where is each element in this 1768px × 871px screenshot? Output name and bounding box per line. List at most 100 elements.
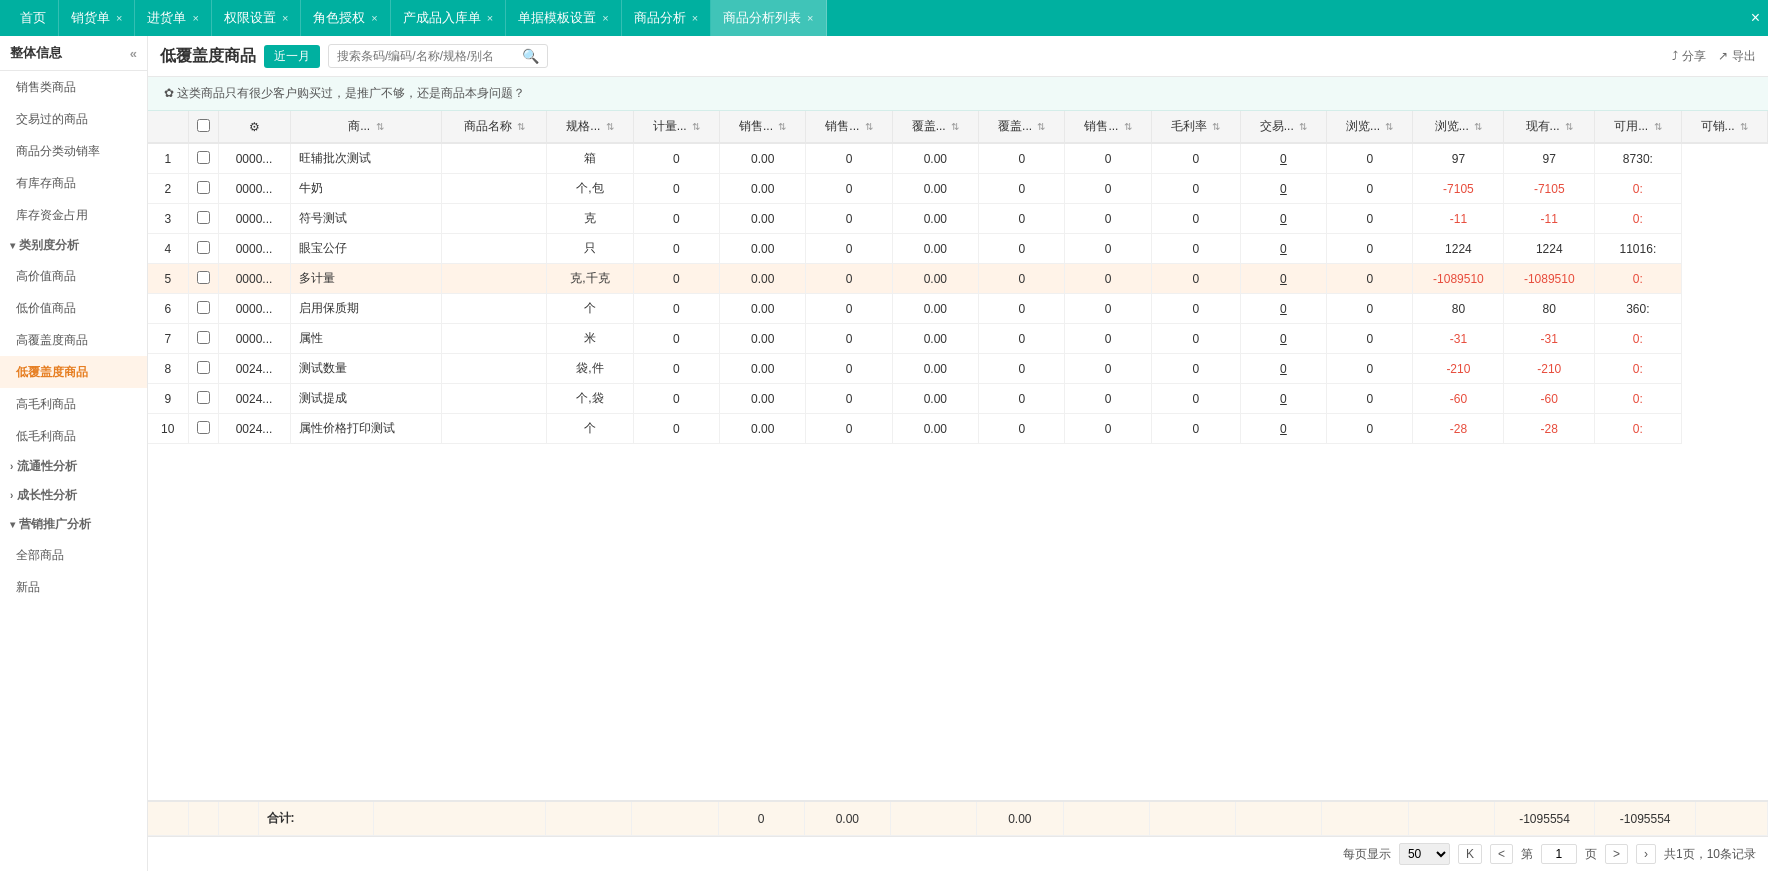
sidebar-group-circulation[interactable]: › 流通性分析 [0,452,147,481]
nav-tab-home[interactable]: 首页 [8,0,59,36]
cell-browse1[interactable]: 0 [1240,324,1326,354]
cell-name[interactable]: 属性价格打印测试 [290,414,442,444]
cell-browse1[interactable]: 0 [1240,384,1326,414]
cell-browse1[interactable]: 0 [1240,264,1326,294]
cell-name[interactable]: 测试提成 [290,384,442,414]
cell-name[interactable]: 多计量 [290,264,442,294]
th-check[interactable] [188,111,218,143]
th-unit[interactable]: 计量... ⇅ [633,111,719,143]
row-checkbox[interactable] [197,211,210,224]
cell-check[interactable] [188,204,218,234]
cell-check[interactable] [188,143,218,174]
sidebar-item-high-value[interactable]: 高价值商品 [0,260,147,292]
cell-check[interactable] [188,174,218,204]
row-checkbox[interactable] [197,241,210,254]
nav-tab-analysis[interactable]: 商品分析 × [622,0,711,36]
cell-check[interactable] [188,414,218,444]
row-checkbox[interactable] [197,391,210,404]
sidebar-item-all-goods[interactable]: 全部商品 [0,539,147,571]
sidebar-item-stock-capital[interactable]: 库存资金占用 [0,199,147,231]
row-checkbox[interactable] [197,181,210,194]
cell-name[interactable]: 测试数量 [290,354,442,384]
cell-browse1[interactable]: 0 [1240,294,1326,324]
sidebar-item-sales-goods[interactable]: 销售类商品 [0,71,147,103]
cell-browse1[interactable]: 0 [1240,354,1326,384]
cell-browse1[interactable]: 0 [1240,204,1326,234]
th-code[interactable]: 商... ⇅ [290,111,442,143]
cell-check[interactable] [188,294,218,324]
sidebar-item-high-profit[interactable]: 高毛利商品 [0,388,147,420]
sidebar-item-high-coverage[interactable]: 高覆盖度商品 [0,324,147,356]
next-page-button[interactable]: > [1605,844,1628,864]
sidebar-item-new-goods[interactable]: 新品 [0,571,147,603]
row-checkbox[interactable] [197,151,210,164]
sidebar-group-category[interactable]: ▾ 类别度分析 [0,231,147,260]
row-checkbox[interactable] [197,271,210,284]
th-setting[interactable]: ⚙ [218,111,290,143]
nav-tab-sales[interactable]: 销货单 × [59,0,135,36]
page-number-input[interactable] [1541,844,1577,864]
th-gross[interactable]: 毛利率 ⇅ [1151,111,1240,143]
sidebar-group-marketing[interactable]: ▾ 营销推广分析 [0,510,147,539]
nav-tab-template[interactable]: 单据模板设置 × [506,0,621,36]
sidebar-item-traded-goods[interactable]: 交易过的商品 [0,103,147,135]
th-cover1[interactable]: 覆盖... ⇅ [892,111,978,143]
th-sales-qty[interactable]: 销售... ⇅ [720,111,806,143]
cell-name[interactable]: 眼宝公仔 [290,234,442,264]
th-browse1[interactable]: 浏览... ⇅ [1327,111,1413,143]
window-close-icon[interactable]: × [1751,9,1760,27]
cell-name[interactable]: 符号测试 [290,204,442,234]
nav-tab-production[interactable]: 产成品入库单 × [391,0,506,36]
row-checkbox[interactable] [197,331,210,344]
th-stock1[interactable]: 现有... ⇅ [1504,111,1595,143]
cell-browse1[interactable]: 0 [1240,414,1326,444]
prev-page-button[interactable]: < [1490,844,1513,864]
th-cover2[interactable]: 覆盖... ⇅ [979,111,1065,143]
cell-check[interactable] [188,324,218,354]
search-input[interactable] [337,49,522,63]
row-checkbox[interactable] [197,421,210,434]
row-checkbox[interactable] [197,361,210,374]
cell-name[interactable]: 旺辅批次测试 [290,143,442,174]
th-stock2[interactable]: 可用... ⇅ [1595,111,1681,143]
cell-name[interactable]: 属性 [290,324,442,354]
cell-check[interactable] [188,354,218,384]
cell-check[interactable] [188,264,218,294]
th-sales-x[interactable]: 销售... ⇅ [1065,111,1151,143]
nav-tab-permissions[interactable]: 权限设置 × [212,0,301,36]
row-checkbox[interactable] [197,301,210,314]
cell-browse1[interactable]: 0 [1240,234,1326,264]
close-icon[interactable]: × [807,12,813,24]
nav-tab-purchase[interactable]: 进货单 × [135,0,211,36]
th-trade[interactable]: 交易... ⇅ [1240,111,1326,143]
per-page-select[interactable]: 50 20 100 [1399,843,1450,865]
nav-tab-analysis-list[interactable]: 商品分析列表 × [711,0,826,36]
sidebar-collapse-icon[interactable]: « [130,46,137,61]
cell-check[interactable] [188,234,218,264]
close-icon[interactable]: × [192,12,198,24]
th-spec[interactable]: 规格... ⇅ [547,111,633,143]
sidebar-item-in-stock[interactable]: 有库存商品 [0,167,147,199]
sidebar-item-low-value[interactable]: 低价值商品 [0,292,147,324]
cell-name[interactable]: 牛奶 [290,174,442,204]
first-page-button[interactable]: K [1458,844,1482,864]
close-icon[interactable]: × [282,12,288,24]
cell-check[interactable] [188,384,218,414]
th-stock3[interactable]: 可销... ⇅ [1681,111,1767,143]
time-filter-button[interactable]: 近一月 [264,45,320,68]
close-icon[interactable]: × [371,12,377,24]
cell-name[interactable]: 启用保质期 [290,294,442,324]
export-button[interactable]: ↗ 导出 [1718,48,1756,65]
nav-tab-roles[interactable]: 角色授权 × [301,0,390,36]
sidebar-item-category-turnover[interactable]: 商品分类动销率 [0,135,147,167]
th-browse2[interactable]: 浏览... ⇅ [1413,111,1504,143]
close-icon[interactable]: × [602,12,608,24]
cell-browse1[interactable]: 0 [1240,143,1326,174]
share-button[interactable]: ⤴ 分享 [1672,48,1706,65]
sidebar-group-growth[interactable]: › 成长性分析 [0,481,147,510]
table-wrapper[interactable]: ⚙ 商... ⇅ 商品名称 ⇅ 规格... ⇅ 计量... ⇅ 销售... ⇅ … [148,111,1768,800]
select-all-checkbox[interactable] [197,119,210,132]
sidebar-item-low-coverage[interactable]: 低覆盖度商品 [0,356,147,388]
th-sales-amt[interactable]: 销售... ⇅ [806,111,892,143]
last-page-button[interactable]: › [1636,844,1656,864]
